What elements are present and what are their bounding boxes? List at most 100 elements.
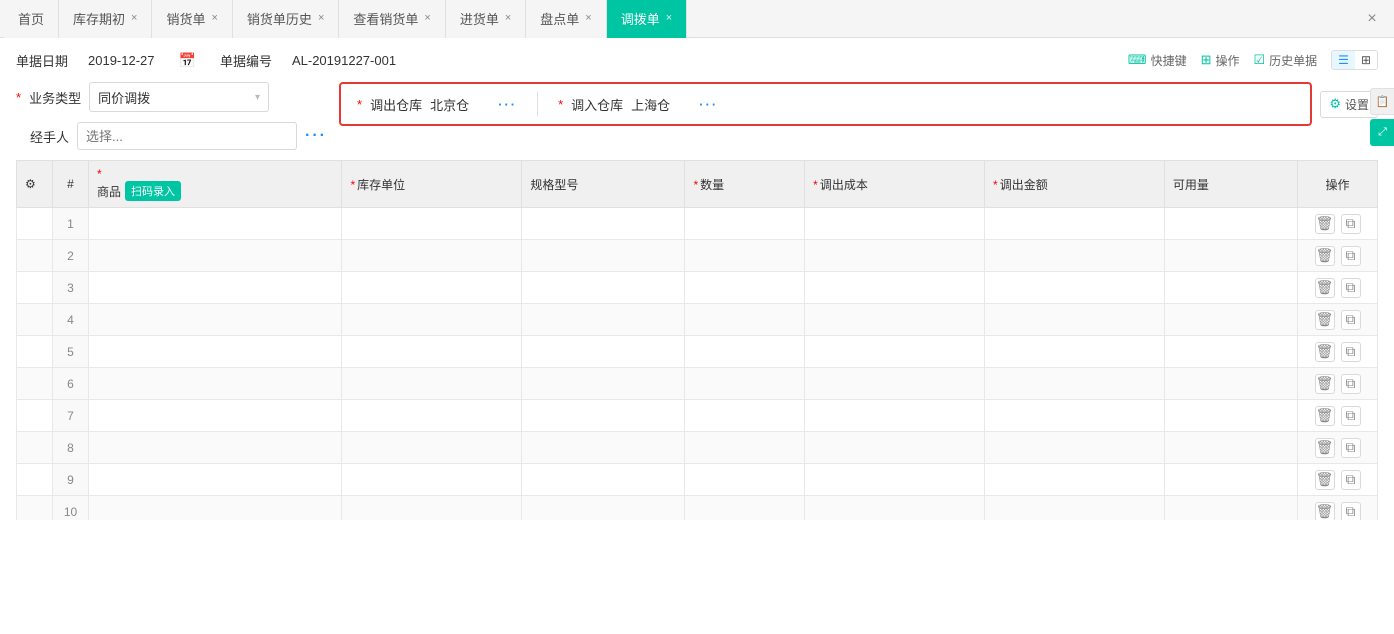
row-amount-cell[interactable]: [985, 368, 1165, 400]
row-cost-cell[interactable]: [805, 208, 985, 240]
calendar-icon[interactable]: 📅: [179, 52, 196, 69]
row-cost-cell[interactable]: [805, 304, 985, 336]
operations-button[interactable]: ⊞ 操作: [1201, 52, 1240, 69]
row-unit-cell[interactable]: [342, 400, 522, 432]
row-cost-cell[interactable]: [805, 496, 985, 521]
row-cost-cell[interactable]: [805, 400, 985, 432]
row-spec-cell[interactable]: [522, 304, 685, 336]
row-product-cell[interactable]: [89, 272, 342, 304]
in-warehouse-more-button[interactable]: ···: [699, 97, 718, 112]
row-product-cell[interactable]: [89, 336, 342, 368]
row-cost-cell[interactable]: [805, 240, 985, 272]
close-icon[interactable]: ×: [131, 13, 137, 24]
tab-home[interactable]: 首页: [4, 0, 59, 38]
delete-icon[interactable]: 🗑: [1315, 342, 1335, 362]
row-cost-cell[interactable]: [805, 432, 985, 464]
row-amount-cell[interactable]: [985, 400, 1165, 432]
row-qty-cell[interactable]: [685, 432, 805, 464]
copy-icon[interactable]: ⧉: [1341, 278, 1361, 298]
copy-icon[interactable]: ⧉: [1341, 310, 1361, 330]
row-unit-cell[interactable]: [342, 240, 522, 272]
row-amount-cell[interactable]: [985, 208, 1165, 240]
delete-icon[interactable]: 🗑: [1315, 470, 1335, 490]
row-cost-cell[interactable]: [805, 368, 985, 400]
tab-stocktake[interactable]: 盘点单 ×: [526, 0, 606, 38]
close-icon[interactable]: ×: [505, 13, 511, 24]
row-qty-cell[interactable]: [685, 208, 805, 240]
copy-icon[interactable]: ⧉: [1341, 438, 1361, 458]
row-unit-cell[interactable]: [342, 496, 522, 521]
close-icon[interactable]: ×: [211, 13, 217, 24]
row-unit-cell[interactable]: [342, 272, 522, 304]
row-spec-cell[interactable]: [522, 464, 685, 496]
business-type-input[interactable]: 同价调拨 ▾: [89, 82, 269, 112]
tab-inventory-init[interactable]: 库存期初 ×: [59, 0, 152, 38]
row-amount-cell[interactable]: [985, 496, 1165, 521]
tab-transfer[interactable]: 调拨单 ×: [607, 0, 687, 38]
row-product-cell[interactable]: [89, 432, 342, 464]
row-cost-cell[interactable]: [805, 336, 985, 368]
row-qty-cell[interactable]: [685, 336, 805, 368]
list-view-btn[interactable]: ☰: [1332, 51, 1355, 69]
row-unit-cell[interactable]: [342, 368, 522, 400]
row-unit-cell[interactable]: [342, 336, 522, 368]
shortcuts-button[interactable]: ⌨ 快捷键: [1128, 52, 1187, 69]
row-qty-cell[interactable]: [685, 272, 805, 304]
row-amount-cell[interactable]: [985, 432, 1165, 464]
sidebar-expand-button[interactable]: ⤢: [1370, 119, 1394, 146]
delete-icon[interactable]: 🗑: [1315, 310, 1335, 330]
row-qty-cell[interactable]: [685, 496, 805, 521]
sidebar-note-button[interactable]: 📋: [1370, 88, 1394, 115]
copy-icon[interactable]: ⧉: [1341, 246, 1361, 266]
row-spec-cell[interactable]: [522, 240, 685, 272]
row-qty-cell[interactable]: [685, 368, 805, 400]
out-warehouse-more-button[interactable]: ···: [498, 97, 517, 112]
delete-icon[interactable]: 🗑: [1315, 246, 1335, 266]
copy-icon[interactable]: ⧉: [1341, 374, 1361, 394]
close-icon[interactable]: ×: [424, 13, 430, 24]
row-amount-cell[interactable]: [985, 272, 1165, 304]
copy-icon[interactable]: ⧉: [1341, 502, 1361, 521]
row-product-cell[interactable]: [89, 304, 342, 336]
copy-icon[interactable]: ⧉: [1341, 214, 1361, 234]
row-unit-cell[interactable]: [342, 432, 522, 464]
row-spec-cell[interactable]: [522, 496, 685, 521]
row-qty-cell[interactable]: [685, 240, 805, 272]
row-spec-cell[interactable]: [522, 208, 685, 240]
row-product-cell[interactable]: [89, 400, 342, 432]
row-spec-cell[interactable]: [522, 368, 685, 400]
row-amount-cell[interactable]: [985, 304, 1165, 336]
table-gear-icon[interactable]: ⚙: [25, 177, 36, 191]
delete-icon[interactable]: 🗑: [1315, 374, 1335, 394]
row-product-cell[interactable]: [89, 496, 342, 521]
tab-sales-history[interactable]: 销货单历史 ×: [233, 0, 339, 38]
row-product-cell[interactable]: [89, 368, 342, 400]
row-product-cell[interactable]: [89, 240, 342, 272]
row-amount-cell[interactable]: [985, 464, 1165, 496]
row-spec-cell[interactable]: [522, 272, 685, 304]
row-amount-cell[interactable]: [985, 336, 1165, 368]
handler-more-button[interactable]: ···: [305, 127, 327, 145]
scan-button[interactable]: 扫码录入: [125, 181, 181, 201]
tab-sales-order[interactable]: 销货单 ×: [152, 0, 232, 38]
row-product-cell[interactable]: [89, 208, 342, 240]
delete-icon[interactable]: 🗑: [1315, 278, 1335, 298]
copy-icon[interactable]: ⧉: [1341, 406, 1361, 426]
row-amount-cell[interactable]: [985, 240, 1165, 272]
delete-icon[interactable]: 🗑: [1315, 214, 1335, 234]
copy-icon[interactable]: ⧉: [1341, 470, 1361, 490]
row-qty-cell[interactable]: [685, 400, 805, 432]
copy-icon[interactable]: ⧉: [1341, 342, 1361, 362]
handler-input[interactable]: [77, 122, 297, 150]
row-cost-cell[interactable]: [805, 464, 985, 496]
row-spec-cell[interactable]: [522, 432, 685, 464]
row-unit-cell[interactable]: [342, 464, 522, 496]
delete-icon[interactable]: 🗑: [1315, 502, 1335, 521]
delete-icon[interactable]: 🗑: [1315, 406, 1335, 426]
close-icon[interactable]: ×: [318, 13, 324, 24]
row-unit-cell[interactable]: [342, 304, 522, 336]
close-icon[interactable]: ×: [666, 13, 672, 24]
history-button[interactable]: ☑ 历史单据: [1254, 52, 1318, 69]
row-qty-cell[interactable]: [685, 304, 805, 336]
delete-icon[interactable]: 🗑: [1315, 438, 1335, 458]
